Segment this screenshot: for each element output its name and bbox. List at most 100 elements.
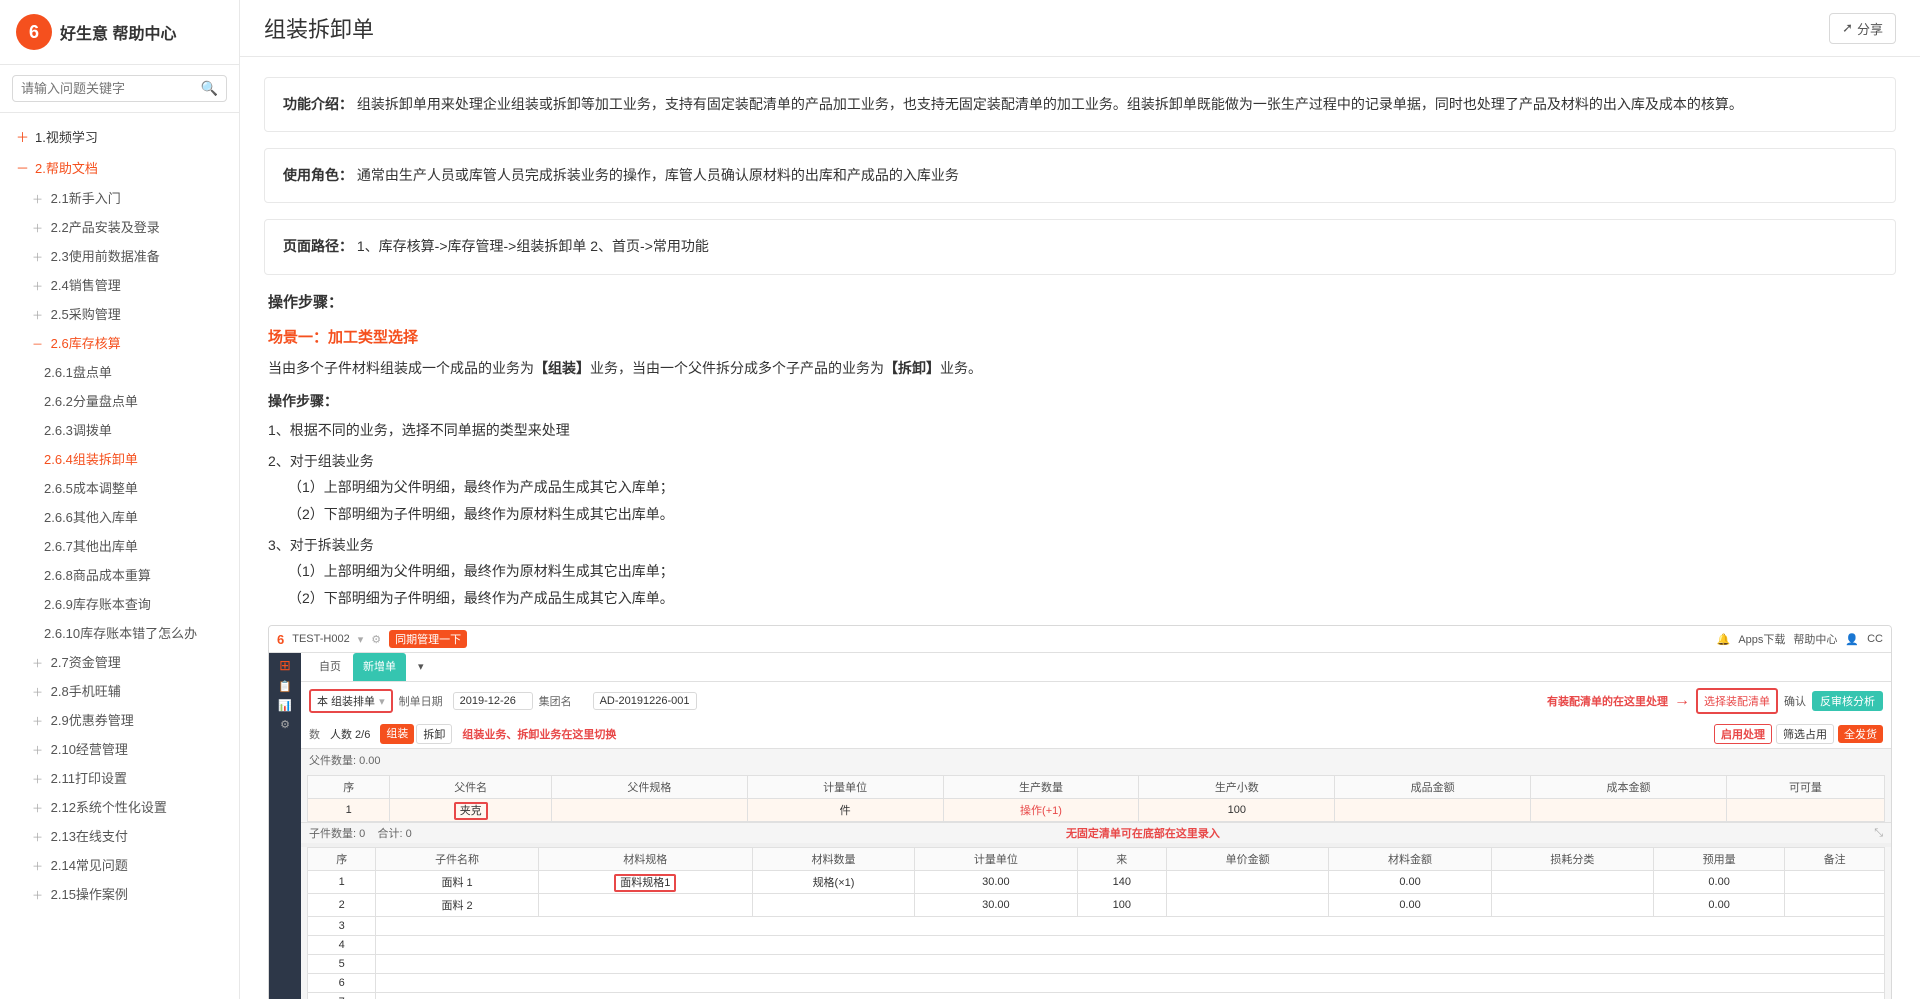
sidebar-item-sales[interactable]: ＋ 2.4销售管理 — [0, 270, 239, 299]
intro-label: 功能介绍： — [283, 96, 353, 112]
sidebar-item-partialcount[interactable]: 2.6.2分量盘点单 — [0, 386, 239, 415]
sidebar-item-finance[interactable]: ＋ 2.7资金管理 — [0, 647, 239, 676]
search-box[interactable]: 🔍 — [12, 75, 227, 102]
ss-date-label: 制单日期 — [399, 693, 449, 709]
step2-1: （1）上部明细为父件明细，最终作为产成品生成其它入库单； — [268, 474, 1892, 501]
ss-parent-label: 父件数量: 0.00 — [307, 749, 1885, 771]
sub-plus-icon6: ＋ — [32, 774, 43, 786]
sidebar-item-stockcount[interactable]: 2.6.1盘点单 — [0, 357, 239, 386]
path-block: 页面路径： 1、库存核算->库存管理->组装拆卸单 2、首页->常用功能 — [264, 219, 1896, 274]
ss-bell-icon: 🔔 — [1717, 633, 1731, 646]
sub-plus-icon4: ＋ — [32, 716, 43, 728]
search-input[interactable] — [21, 81, 201, 96]
sidebar-item-costadjust[interactable]: 2.6.5成本调整单 — [0, 473, 239, 502]
sub-plus-icon7: ＋ — [32, 803, 43, 815]
ss-tab-new: 新增单 — [353, 653, 406, 681]
ss-th-avail: 可可量 — [1726, 776, 1884, 799]
ss-asm-val: AD-20191226-001 — [593, 692, 697, 710]
ss-type-switch: 组装 拆卸 — [380, 724, 452, 744]
sidebar-item-cost-recalc[interactable]: 2.6.8商品成本重算 — [0, 560, 239, 589]
logo-icon: 6 — [16, 14, 52, 50]
sidebar-item-stock-query[interactable]: 2.6.9库存账本查询 — [0, 589, 239, 618]
step1: 1、根据不同的业务，选择不同单据的类型来处理 — [268, 417, 1892, 444]
sidebar-item-assembly[interactable]: 2.6.4组装拆卸单 — [0, 444, 239, 473]
sidebar-item-newbie[interactable]: ＋ 2.1新手入门 — [0, 183, 239, 212]
ss-th-l-unit: 计量单位 — [915, 848, 1077, 871]
ss-form-row: 本 组装排单 ▾ 制单日期 2019-12-26 集团名 AD-20191226… — [301, 682, 1891, 720]
ss-sub-form-inner: 数 人数 2/6 组装 拆卸 组装业务、拆卸业务在这里 — [309, 724, 1883, 744]
ss-asm-field: 集团名 AD-20191226-001 — [539, 692, 697, 710]
sidebar-item-dataprep[interactable]: ＋ 2.3使用前数据准备 — [0, 241, 239, 270]
sidebar-item-inventory[interactable]: － 2.6库存核算 — [0, 328, 239, 357]
sub-minus-icon: － — [32, 339, 43, 351]
intro-block: 功能介绍： 组装拆卸单用来处理企业组装或拆卸等加工业务，支持有固定装配清单的产品… — [264, 77, 1896, 132]
ss-td-l-seq: 1 — [308, 871, 376, 894]
sidebar-item-settings[interactable]: ＋ 2.12系统个性化设置 — [0, 792, 239, 821]
share-button[interactable]: ➚ 分享 — [1829, 13, 1896, 44]
ss-td-seq: 1 — [308, 799, 390, 822]
ss-logo: 6 — [277, 632, 284, 647]
ss-td-prod-amount — [1335, 799, 1531, 822]
sidebar-item-operations[interactable]: ＋ 2.10经营管理 — [0, 734, 239, 763]
page-header: 组装拆卸单 ➚ 分享 — [240, 0, 1920, 57]
ss-arrow-icon: → — [1674, 692, 1690, 710]
scene1-desc: 当由多个子件材料组装成一个成品的业务为【组装】业务，当由一个父件拆分成多个子产品… — [268, 355, 1892, 382]
ss-confirm-label: 确认 — [1784, 693, 1806, 709]
ss-date-val: 2019-12-26 — [453, 692, 533, 710]
sidebar-item-other-in[interactable]: 2.6.6其他入库单 — [0, 502, 239, 531]
ss-th-l-preset: 预用量 — [1654, 848, 1785, 871]
table-row: 6 — [308, 974, 1885, 993]
sidebar-item-install[interactable]: ＋ 2.2产品安装及登录 — [0, 212, 239, 241]
sub-plus-icon5: ＋ — [32, 745, 43, 757]
ops-steps-section: 操作步骤： 1、根据不同的业务，选择不同单据的类型来处理 2、对于组装业务 （1… — [268, 391, 1892, 611]
ss-annotation1-area: 有装配清单的在这里处理 → 选择装配清单 确认 反审核分析 — [1547, 688, 1883, 714]
sidebar-item-videos[interactable]: ＋ 1.视频学习 — [0, 121, 239, 152]
plus-icon: ＋ — [16, 127, 29, 146]
sidebar-item-mobile[interactable]: ＋ 2.8手机旺辅 — [0, 676, 239, 705]
sidebar-item-docs[interactable]: － 2.帮助文档 — [0, 152, 239, 183]
search-icon[interactable]: 🔍 — [201, 80, 218, 97]
table-row: 1 面料 1 面料规格1 规格(×1) 30.00 140 — [308, 871, 1885, 894]
ss-action-btn2: 反审核分析 — [1812, 691, 1883, 711]
sidebar-item-stock-error[interactable]: 2.6.10库存账本错了怎么办 — [0, 618, 239, 647]
sidebar-item-other-out[interactable]: 2.6.7其他出库单 — [0, 531, 239, 560]
sidebar: 6 好生意 帮助中心 🔍 ＋ 1.视频学习 － 2.帮助文档 ＋ 2.1新手入门… — [0, 0, 240, 999]
ss-td-prod-dec: 100 — [1139, 799, 1335, 822]
ss-td-l-mat-qty: 规格(×1) — [752, 871, 914, 894]
minus-icon: － — [16, 158, 29, 177]
ss-nav-icon2: 📊 — [278, 699, 292, 712]
ss-th-l-from: 来 — [1077, 848, 1166, 871]
sub-plus-icon3: ＋ — [32, 687, 43, 699]
ss-td-avail — [1726, 799, 1884, 822]
sidebar-item-purchase[interactable]: ＋ 2.5采购管理 — [0, 299, 239, 328]
ss-expand-icon: ⤡ — [1874, 827, 1883, 840]
ss-nav-icon1: 📋 — [278, 680, 292, 693]
ss-lower-section: 序 子件名称 材料规格 材料数量 计量单位 来 单价金额 材料金额 — [301, 847, 1891, 999]
table-row: 4 — [308, 936, 1885, 955]
ss-td-parent-spec — [551, 799, 747, 822]
share-icon: ➚ — [1842, 20, 1853, 36]
sidebar-item-faq[interactable]: ＋ 2.14常见问题 — [0, 850, 239, 879]
logo-text: 好生意 帮助中心 — [60, 20, 176, 44]
ss-qty-label: 数 — [309, 726, 320, 742]
ss-td-l-preset: 0.00 — [1654, 871, 1785, 894]
sub-plus-icon: ＋ — [32, 252, 43, 264]
ss-td-l-loss — [1491, 871, 1653, 894]
sidebar-item-transfer[interactable]: 2.6.3调拨单 — [0, 415, 239, 444]
ss-body: ⊞ 📋 📊 ⚙ 自页 新增单 ▾ — [269, 653, 1891, 999]
sidebar-item-online-pay[interactable]: ＋ 2.13在线支付 — [0, 821, 239, 850]
ss-th-l-price: 单价金额 — [1166, 848, 1328, 871]
ss-home-icon: ⊞ — [279, 657, 291, 674]
sidebar-item-coupons[interactable]: ＋ 2.9优惠券管理 — [0, 705, 239, 734]
table-row: 3 — [308, 917, 1885, 936]
sidebar-item-cases[interactable]: ＋ 2.15操作案例 — [0, 879, 239, 908]
ss-app-id: TEST-H002 — [292, 633, 349, 645]
ss-th-l-seq: 序 — [308, 848, 376, 871]
ss-asm-label: 集团名 — [539, 693, 589, 709]
sub-plus-icon: ＋ — [32, 281, 43, 293]
ss-child-label: 子件数量: 0 合计: 0 — [309, 825, 412, 841]
ss-td-l-price — [1166, 871, 1328, 894]
ss-topbar-right: 🔔 Apps下载 帮助中心 👤 CC — [1717, 631, 1883, 647]
ss-td-cost-amount — [1531, 799, 1727, 822]
sidebar-item-print[interactable]: ＋ 2.11打印设置 — [0, 763, 239, 792]
